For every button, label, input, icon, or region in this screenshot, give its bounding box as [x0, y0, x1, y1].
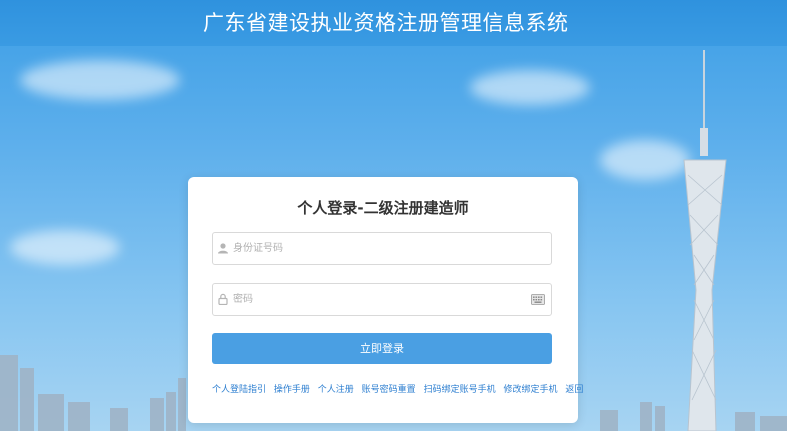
- link-back[interactable]: 返回: [565, 385, 583, 395]
- top-header-bar: 广东省建设执业资格注册管理信息系统: [0, 0, 787, 46]
- link-reset-password[interactable]: 账号密码重置: [362, 385, 416, 395]
- link-login-guide[interactable]: 个人登陆指引: [212, 385, 266, 395]
- password-field[interactable]: [212, 283, 552, 316]
- link-change-bound-phone[interactable]: 修改绑定手机: [503, 385, 557, 395]
- system-title: 广东省建设执业资格注册管理信息系统: [203, 11, 569, 35]
- lock-icon: [218, 293, 228, 305]
- id-number-field[interactable]: [212, 232, 552, 265]
- link-register[interactable]: 个人注册: [318, 385, 354, 395]
- link-manual[interactable]: 操作手册: [274, 385, 310, 395]
- login-title: 个人登录-二级注册建造师: [297, 199, 469, 217]
- link-scan-bind-phone[interactable]: 扫码绑定账号手机: [424, 385, 496, 395]
- id-number-input[interactable]: [233, 233, 523, 264]
- user-icon: [218, 243, 228, 254]
- login-card: 个人登录-二级注册建造师 立即登录 个人登陆指引 操作手册 个人注: [188, 177, 583, 423]
- login-button[interactable]: 立即登录: [212, 333, 552, 364]
- password-input[interactable]: [233, 284, 523, 315]
- keyboard-icon[interactable]: [531, 294, 545, 305]
- helper-links: 个人登陆指引 操作手册 个人注册 账号密码重置 扫码绑定账号手机 修改绑定手机 …: [212, 382, 583, 395]
